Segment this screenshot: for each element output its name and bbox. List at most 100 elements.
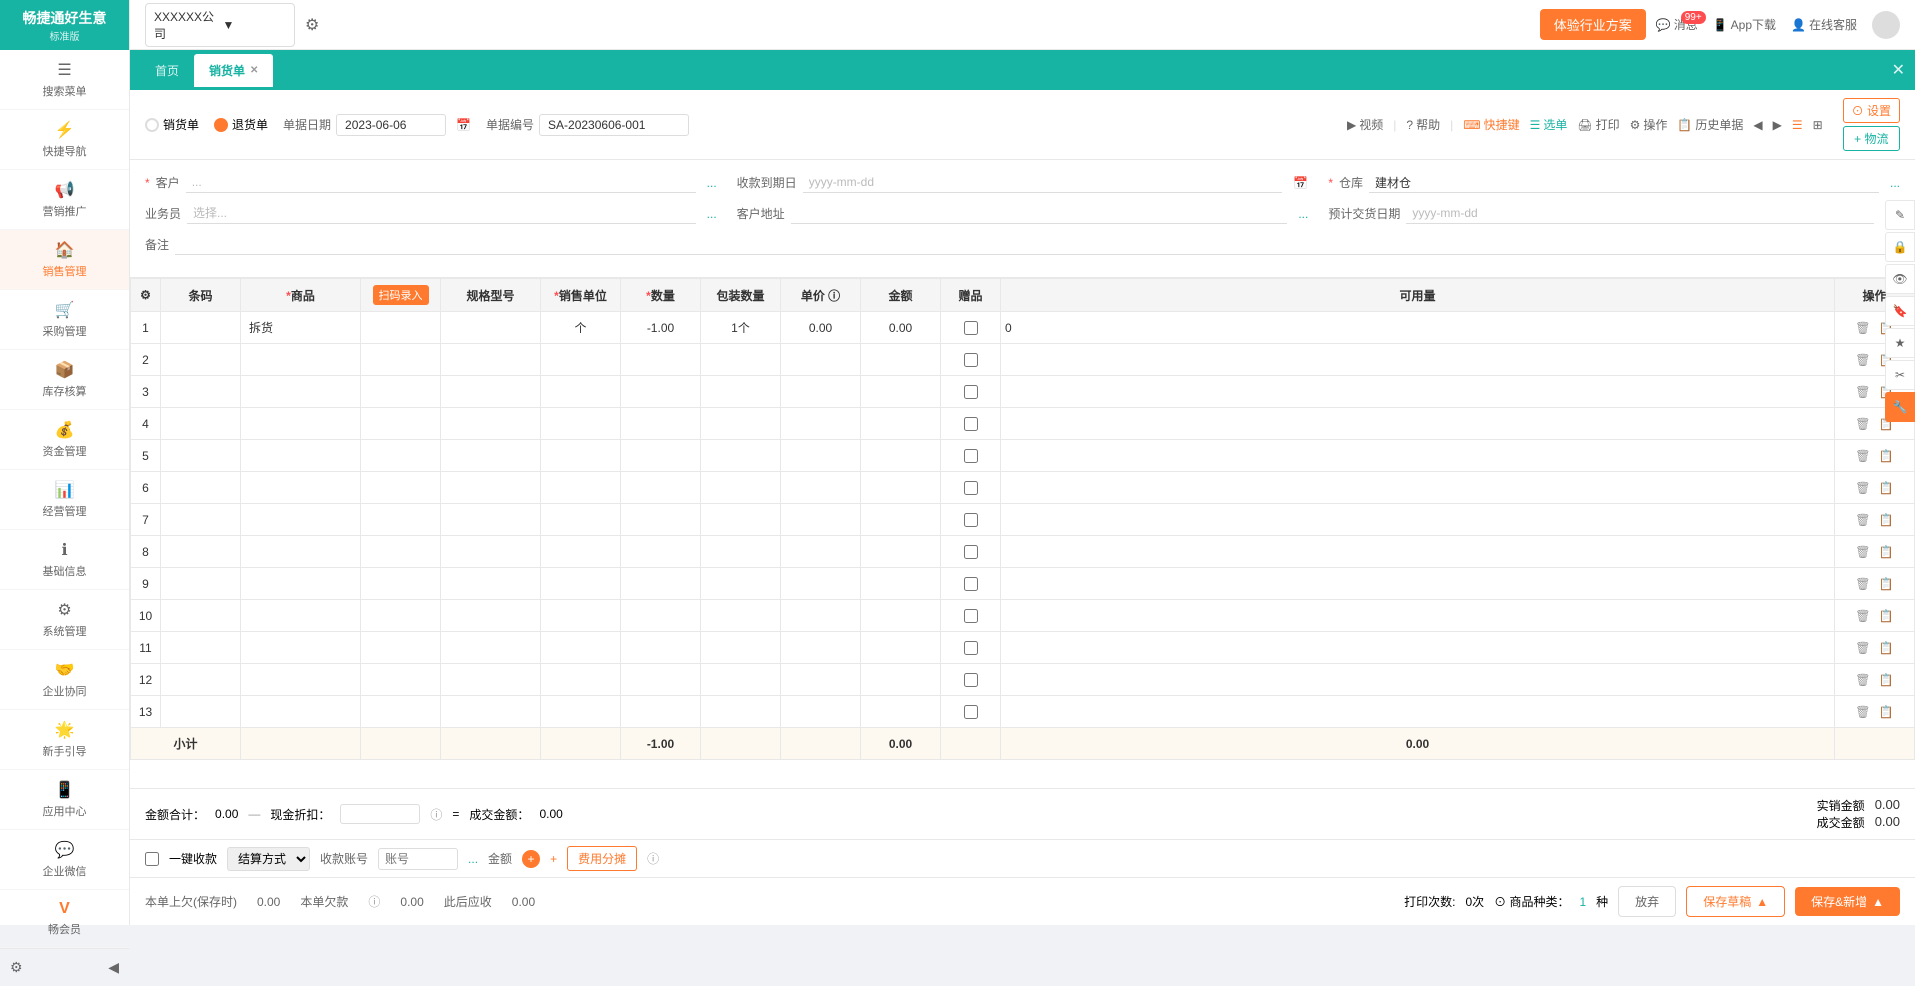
float-btn-main[interactable]: 🔧: [1885, 392, 1915, 422]
cell-gift-9[interactable]: [941, 600, 1001, 632]
tab-home[interactable]: 首页: [140, 54, 194, 87]
sidebar-item-quick-nav[interactable]: ⚡ 快捷导航: [0, 110, 129, 170]
delete-icon-1[interactable]: 🗑: [1855, 353, 1870, 367]
grid-view-icon[interactable]: ⊞: [1813, 118, 1823, 132]
float-btn-3[interactable]: 👁: [1885, 264, 1915, 294]
gift-checkbox-7[interactable]: [964, 545, 978, 559]
cell-gift-5[interactable]: [941, 472, 1001, 504]
one-click-payment-checkbox[interactable]: [145, 852, 159, 866]
gift-checkbox-2[interactable]: [964, 385, 978, 399]
order-number-input[interactable]: [539, 114, 689, 136]
save-new-btn[interactable]: 保存&新增 ▲: [1795, 887, 1900, 916]
cell-barcode-2[interactable]: [161, 376, 241, 408]
cell-barcode-12[interactable]: [161, 696, 241, 728]
cash-discount-input[interactable]: [340, 804, 420, 824]
delete-icon-2[interactable]: 🗑: [1855, 385, 1870, 399]
barcode-input-12[interactable]: [165, 705, 236, 719]
sidebar-item-sales[interactable]: 🏠 销售管理: [0, 230, 129, 290]
barcode-input-7[interactable]: [165, 545, 236, 559]
sidebar-item-purchase[interactable]: 🛒 采购管理: [0, 290, 129, 350]
barcode-input-10[interactable]: [165, 641, 236, 655]
customer-address-input[interactable]: [791, 203, 1288, 224]
discard-btn[interactable]: 放弃: [1618, 886, 1676, 917]
delete-icon-6[interactable]: 🗑: [1855, 513, 1870, 527]
sidebar-gear-icon[interactable]: ⚙: [10, 959, 23, 976]
float-btn-6[interactable]: ✂: [1885, 360, 1915, 390]
copy-icon-6[interactable]: 📋: [1879, 513, 1894, 527]
barcode-input-8[interactable]: [165, 577, 236, 591]
cell-gift-10[interactable]: [941, 632, 1001, 664]
sidebar-item-basic-info[interactable]: ℹ 基础信息: [0, 530, 129, 590]
remark-input[interactable]: [175, 234, 1900, 255]
tab-close-all[interactable]: ✕: [1892, 60, 1905, 80]
sidebar-item-inventory[interactable]: 📦 库存核算: [0, 350, 129, 410]
float-btn-4[interactable]: 🔖: [1885, 296, 1915, 326]
online-support-area[interactable]: 👤 在线客服: [1791, 16, 1857, 33]
copy-icon-4[interactable]: 📋: [1879, 449, 1894, 463]
radio-return-order[interactable]: 退货单: [214, 116, 268, 133]
cell-barcode-6[interactable]: [161, 504, 241, 536]
video-btn[interactable]: ▶ 视频: [1347, 116, 1383, 133]
sidebar-item-finance[interactable]: 💰 资金管理: [0, 410, 129, 470]
float-btn-5[interactable]: ★: [1885, 328, 1915, 358]
customer-more-icon[interactable]: ...: [707, 176, 717, 190]
sidebar-item-system[interactable]: ⚙ 系统管理: [0, 590, 129, 650]
float-btn-1[interactable]: ✎: [1885, 200, 1915, 230]
warehouse-input[interactable]: [1369, 172, 1879, 193]
delivery-date-input[interactable]: [1406, 203, 1874, 224]
payment-dots[interactable]: ...: [468, 852, 478, 866]
calc-method-select[interactable]: 结算方式: [227, 847, 310, 871]
app-download-area[interactable]: 📱 App下载: [1713, 16, 1776, 33]
gift-checkbox-10[interactable]: [964, 641, 978, 655]
debt-help-icon[interactable]: ⓘ: [368, 893, 380, 910]
help-btn[interactable]: ? 帮助: [1406, 116, 1440, 133]
sidebar-item-search[interactable]: ☰ 搜索菜单: [0, 50, 129, 110]
cell-actions-10[interactable]: 🗑 📋: [1835, 632, 1915, 664]
cell-actions-11[interactable]: 🗑 📋: [1835, 664, 1915, 696]
delete-icon-9[interactable]: 🗑: [1855, 609, 1870, 623]
sidebar-item-wechat[interactable]: 💬 企业微信: [0, 830, 129, 890]
barcode-input-0[interactable]: [165, 321, 236, 335]
cell-barcode-0[interactable]: [161, 312, 241, 344]
copy-icon-12[interactable]: 📋: [1879, 705, 1894, 719]
cell-actions-4[interactable]: 🗑 📋: [1835, 440, 1915, 472]
th-scan[interactable]: 扫码录入: [361, 279, 441, 312]
sidebar-item-guide[interactable]: 🌟 新手引导: [0, 710, 129, 770]
company-dropdown-icon[interactable]: ▼: [223, 18, 287, 32]
cell-gift-8[interactable]: [941, 568, 1001, 600]
cell-barcode-11[interactable]: [161, 664, 241, 696]
gift-checkbox-5[interactable]: [964, 481, 978, 495]
delete-icon-10[interactable]: 🗑: [1855, 641, 1870, 655]
delete-icon-3[interactable]: 🗑: [1855, 417, 1870, 431]
cell-gift-4[interactable]: [941, 440, 1001, 472]
cell-barcode-5[interactable]: [161, 472, 241, 504]
sidebar-item-marketing[interactable]: 📢 营销推广: [0, 170, 129, 230]
copy-icon-9[interactable]: 📋: [1879, 609, 1894, 623]
copy-icon-8[interactable]: 📋: [1879, 577, 1894, 591]
cell-barcode-4[interactable]: [161, 440, 241, 472]
float-btn-2[interactable]: 🔒: [1885, 232, 1915, 262]
barcode-input-5[interactable]: [165, 481, 236, 495]
print-btn[interactable]: 🖨 打印: [1577, 116, 1619, 133]
settings-right-btn[interactable]: ⊙ 设置: [1843, 98, 1900, 123]
expense-help-icon[interactable]: ⓘ: [647, 850, 659, 867]
warehouse-more-icon[interactable]: ...: [1890, 176, 1900, 190]
copy-icon-5[interactable]: 📋: [1879, 481, 1894, 495]
gift-checkbox-11[interactable]: [964, 673, 978, 687]
copy-icon-11[interactable]: 📋: [1879, 673, 1894, 687]
cell-barcode-10[interactable]: [161, 632, 241, 664]
select-btn[interactable]: ☰ 选单: [1530, 116, 1568, 133]
gift-checkbox-1[interactable]: [964, 353, 978, 367]
cell-barcode-8[interactable]: [161, 568, 241, 600]
cell-gift-2[interactable]: [941, 376, 1001, 408]
company-selector[interactable]: XXXXXX公司 ▼: [145, 3, 295, 47]
delete-icon-11[interactable]: 🗑: [1855, 673, 1870, 687]
cell-actions-5[interactable]: 🗑 📋: [1835, 472, 1915, 504]
radio-sales-order[interactable]: 销货单: [145, 116, 199, 133]
th-gear[interactable]: ⚙: [131, 279, 161, 312]
cell-actions-12[interactable]: 🗑 📋: [1835, 696, 1915, 728]
barcode-input-6[interactable]: [165, 513, 236, 527]
delete-icon-7[interactable]: 🗑: [1855, 545, 1870, 559]
settings-gear-icon[interactable]: ⚙: [305, 15, 319, 35]
sidebar-item-app-center[interactable]: 📱 应用中心: [0, 770, 129, 830]
